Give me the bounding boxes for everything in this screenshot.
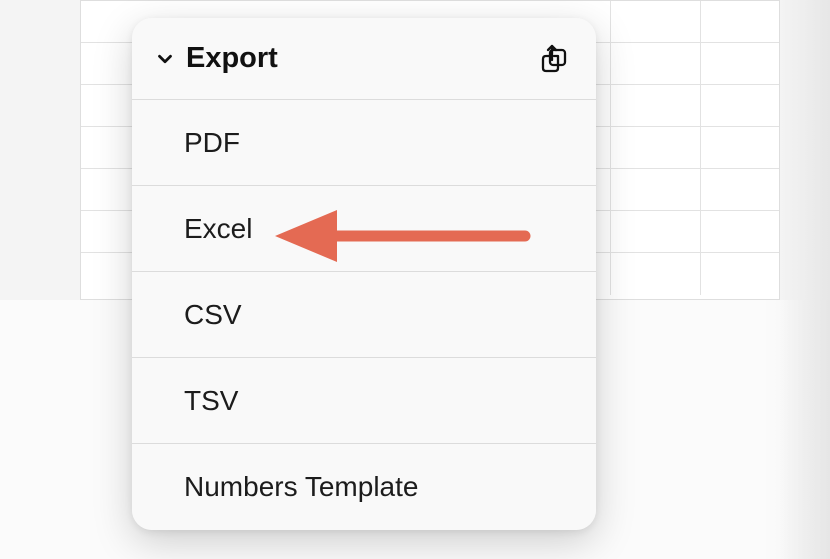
export-option-numbers-template[interactable]: Numbers Template: [132, 444, 596, 530]
export-option-csv[interactable]: CSV: [132, 272, 596, 358]
export-title: Export: [180, 42, 536, 75]
menu-item-label: TSV: [184, 385, 238, 417]
export-header[interactable]: Export: [132, 18, 596, 100]
export-option-excel[interactable]: Excel: [132, 186, 596, 272]
menu-item-label: Excel: [184, 213, 252, 245]
export-option-pdf[interactable]: PDF: [132, 100, 596, 186]
menu-item-label: CSV: [184, 299, 242, 331]
export-option-tsv[interactable]: TSV: [132, 358, 596, 444]
menu-item-label: PDF: [184, 127, 240, 159]
export-popover: Export PDF Excel CSV TSV Numbers Templat…: [132, 18, 596, 530]
chevron-down-icon: [154, 48, 180, 70]
menu-item-label: Numbers Template: [184, 471, 418, 503]
share-icon[interactable]: [536, 43, 572, 75]
